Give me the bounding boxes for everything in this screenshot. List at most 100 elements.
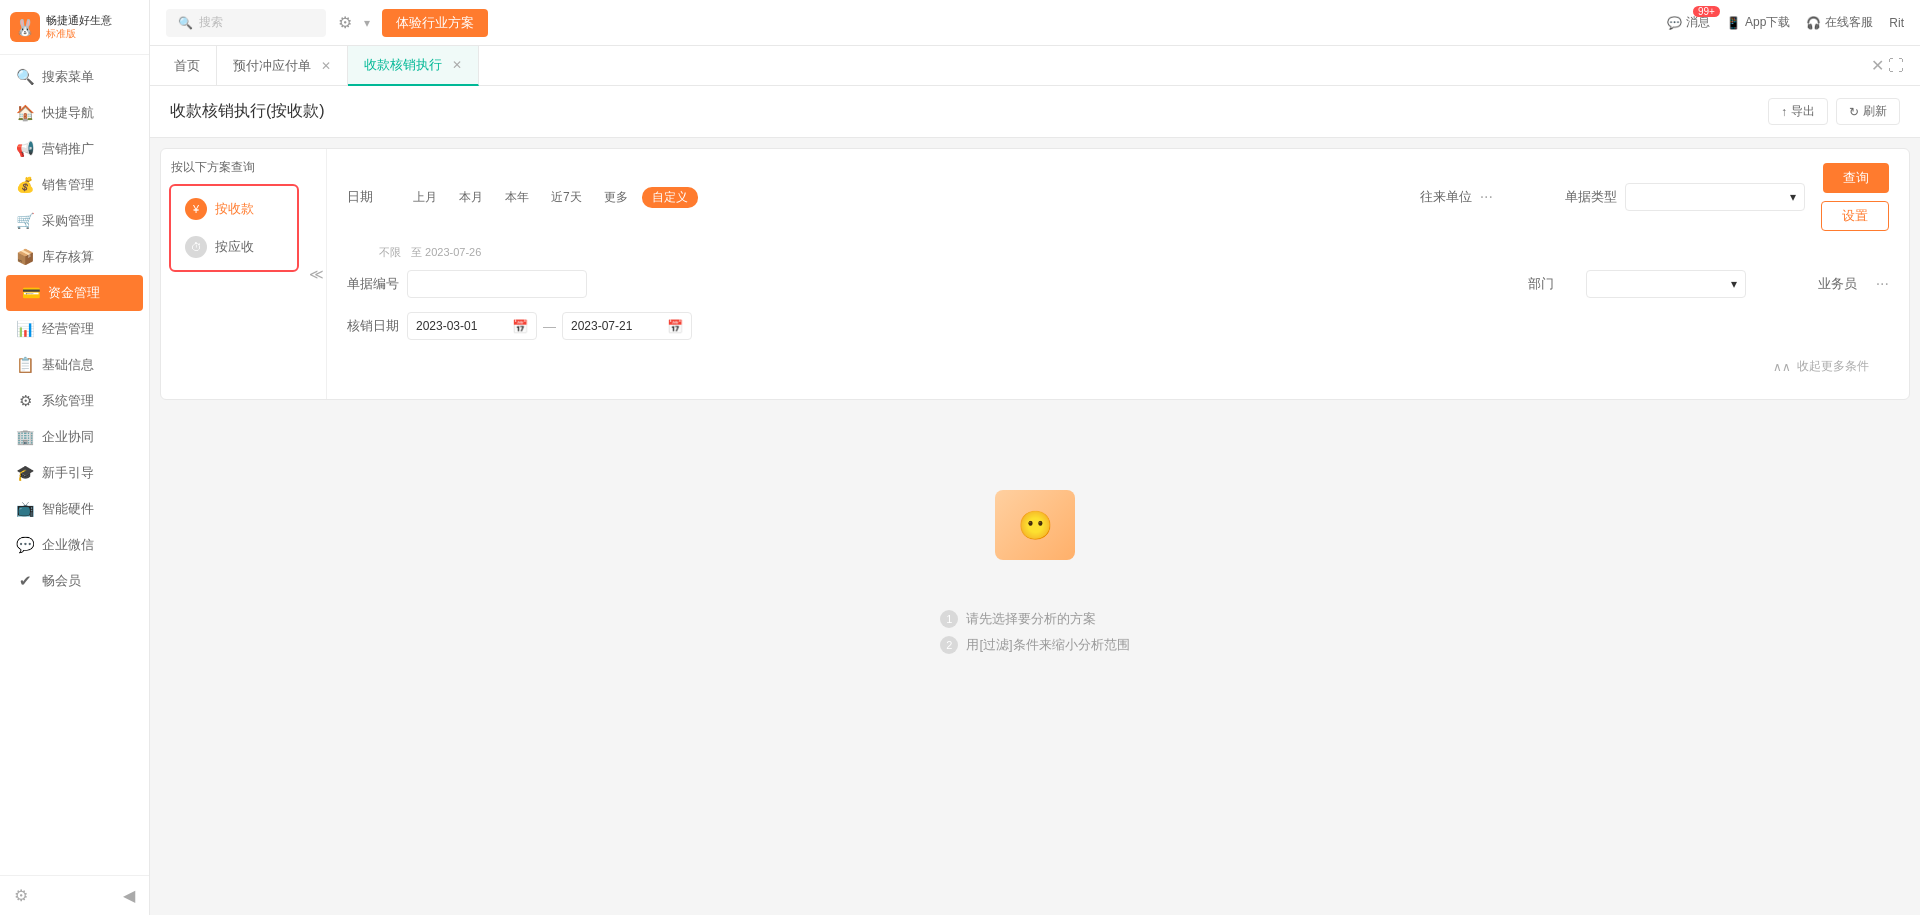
operation-icon: 📊 [16, 320, 34, 338]
sidebar-item-wechat[interactable]: 💬 企业微信 [0, 527, 149, 563]
page-header-actions: ↑ 导出 ↻ 刷新 [1768, 98, 1900, 137]
collapse-more-label: 收起更多条件 [1797, 358, 1869, 375]
sidebar-label-member: 畅会员 [42, 572, 81, 590]
dept-select[interactable]: ▾ [1586, 270, 1746, 298]
tab-receipt-close[interactable]: ✕ [452, 58, 462, 72]
home-icon: 🏠 [16, 104, 34, 122]
logo-sub: 标准版 [46, 27, 112, 41]
tab-prepay[interactable]: 预付冲应付单 ✕ [217, 46, 348, 86]
industry-btn[interactable]: 体验行业方案 [382, 9, 488, 37]
sidebar-label-quick-nav: 快捷导航 [42, 104, 94, 122]
topbar-search[interactable]: 🔍 搜索 [166, 9, 326, 37]
counterparty-more[interactable]: ··· [1480, 188, 1493, 206]
finance-icon: 💳 [22, 284, 40, 302]
bill-no-label: 单据编号 [347, 275, 399, 293]
logo-name: 畅捷通好生意 [46, 13, 112, 27]
tab-close-window-icon[interactable]: ✕ [1871, 56, 1884, 75]
sidebar-item-search[interactable]: 🔍 搜索菜单 [0, 59, 149, 95]
sidebar-label-base-info: 基础信息 [42, 356, 94, 374]
message-badge: 99+ [1693, 6, 1720, 17]
chevron-down-icon: ▾ [364, 16, 370, 30]
beginner-icon: 🎓 [16, 464, 34, 482]
sidebar: 🐰 畅捷通好生意 标准版 🔍 搜索菜单 🏠 快捷导航 📢 营销推广 💰 销售管理… [0, 0, 150, 915]
collapse-filter-left[interactable]: ≪ [307, 149, 327, 399]
tab-maximize-icon[interactable]: ⛶ [1888, 57, 1904, 75]
date-buttons: 上月 本月 本年 近7天 更多 自定义 [405, 187, 698, 208]
counterparty-label: 往来单位 [1420, 188, 1472, 206]
tab-prepay-close[interactable]: ✕ [321, 59, 331, 73]
write-off-to-value: 2023-07-21 [571, 319, 632, 333]
date-last-month[interactable]: 上月 [405, 187, 445, 208]
inventory-icon: 📦 [16, 248, 34, 266]
empty-box [995, 490, 1075, 560]
staff-more[interactable]: ··· [1876, 275, 1889, 293]
filter-panel-title: 按以下方案查询 [161, 149, 307, 176]
marketing-icon: 📢 [16, 140, 34, 158]
user-name[interactable]: Rit [1889, 16, 1904, 30]
tab-receipt-label: 收款核销执行 [364, 56, 442, 74]
main-area: 🔍 搜索 ⚙ ▾ 体验行业方案 💬 消息 99+ 📱 App下载 🎧 在线客服 … [150, 0, 1920, 915]
content-area: 收款核销执行(按收款) ↑ 导出 ↻ 刷新 按以下方案查询 [150, 86, 1920, 915]
page: 收款核销执行(按收款) ↑ 导出 ↻ 刷新 按以下方案查询 [150, 86, 1920, 714]
sidebar-item-quick-nav[interactable]: 🏠 快捷导航 [0, 95, 149, 131]
sidebar-item-finance[interactable]: 💳 资金管理 [6, 275, 143, 311]
bill-no-filter: 单据编号 [347, 270, 587, 298]
calendar-from-icon: 📅 [512, 319, 528, 334]
query-btn[interactable]: 查询 [1823, 163, 1889, 193]
page-title: 收款核销执行(按收款) [170, 101, 325, 134]
staff-filter: 业务员 ··· [1818, 275, 1889, 293]
sidebar-label-finance: 资金管理 [48, 284, 100, 302]
logo-icon: 🐰 [10, 12, 40, 42]
sidebar-label-enterprise: 企业协同 [42, 428, 94, 446]
tab-prepay-label: 预付冲应付单 [233, 57, 311, 75]
date-hint-row: 不限 至 2023-07-26 [379, 245, 1889, 260]
app-label: App下载 [1745, 14, 1790, 31]
sidebar-label-operation: 经营管理 [42, 320, 94, 338]
search-placeholder: 搜索 [199, 14, 223, 31]
write-off-from-input[interactable]: 2023-03-01 📅 [407, 312, 537, 340]
service-action[interactable]: 🎧 在线客服 [1806, 14, 1873, 31]
date-this-year[interactable]: 本年 [497, 187, 537, 208]
sidebar-item-marketing[interactable]: 📢 营销推广 [0, 131, 149, 167]
export-btn[interactable]: ↑ 导出 [1768, 98, 1828, 125]
member-icon: ✔ [16, 572, 34, 590]
tab-receipt-write-off[interactable]: 收款核销执行 ✕ [348, 46, 479, 86]
collapse-more-btn[interactable]: ∧∧ 收起更多条件 [347, 354, 1889, 385]
app-download-action[interactable]: 📱 App下载 [1726, 14, 1790, 31]
collapse-sidebar-icon[interactable]: ◀ [123, 886, 135, 905]
date-custom[interactable]: 自定义 [642, 187, 698, 208]
gear-icon[interactable]: ⚙ [338, 13, 352, 32]
sidebar-bottom: ⚙ ◀ [0, 875, 149, 915]
dept-filter: 部门 ▾ [1528, 270, 1746, 298]
sidebar-item-purchase[interactable]: 🛒 采购管理 [0, 203, 149, 239]
date-this-month[interactable]: 本月 [451, 187, 491, 208]
sidebar-item-smart-hw[interactable]: 📺 智能硬件 [0, 491, 149, 527]
service-icon: 🎧 [1806, 16, 1821, 30]
date-7days[interactable]: 近7天 [543, 187, 590, 208]
settings-btn[interactable]: 设置 [1821, 201, 1889, 231]
sidebar-item-sales[interactable]: 💰 销售管理 [0, 167, 149, 203]
sidebar-item-enterprise[interactable]: 🏢 企业协同 [0, 419, 149, 455]
sidebar-item-operation[interactable]: 📊 经营管理 [0, 311, 149, 347]
bill-no-input[interactable] [407, 270, 587, 298]
filter-by-receivable[interactable]: ⏱ 按应收 [171, 228, 297, 266]
sidebar-item-beginner[interactable]: 🎓 新手引导 [0, 455, 149, 491]
write-off-date-label: 核销日期 [347, 317, 399, 335]
empty-hints: 1 请先选择要分析的方案 2 用[过滤]条件来缩小分析范围 [940, 610, 1129, 654]
sidebar-item-system[interactable]: ⚙ 系统管理 [0, 383, 149, 419]
settings-bottom-icon[interactable]: ⚙ [14, 886, 28, 905]
filter-left-wrapper: 按以下方案查询 ¥ 按收款 ⏱ 按应收 [161, 149, 307, 399]
bill-type-select[interactable]: ▾ [1625, 183, 1805, 211]
message-action[interactable]: 💬 消息 99+ [1667, 14, 1710, 31]
tab-home[interactable]: 首页 [158, 46, 217, 86]
sidebar-item-member[interactable]: ✔ 畅会员 [0, 563, 149, 599]
filter-by-receipt[interactable]: ¥ 按收款 [171, 190, 297, 228]
sidebar-item-inventory[interactable]: 📦 库存核算 [0, 239, 149, 275]
date-more[interactable]: 更多 [596, 187, 636, 208]
counterparty-filter: 往来单位 ··· [1420, 188, 1493, 206]
empty-hint-1: 1 请先选择要分析的方案 [940, 610, 1129, 628]
write-off-to-input[interactable]: 2023-07-21 📅 [562, 312, 692, 340]
sidebar-item-base-info[interactable]: 📋 基础信息 [0, 347, 149, 383]
refresh-btn[interactable]: ↻ 刷新 [1836, 98, 1900, 125]
filter-row-1: 日期 上月 本月 本年 近7天 更多 自定义 [347, 163, 1889, 231]
